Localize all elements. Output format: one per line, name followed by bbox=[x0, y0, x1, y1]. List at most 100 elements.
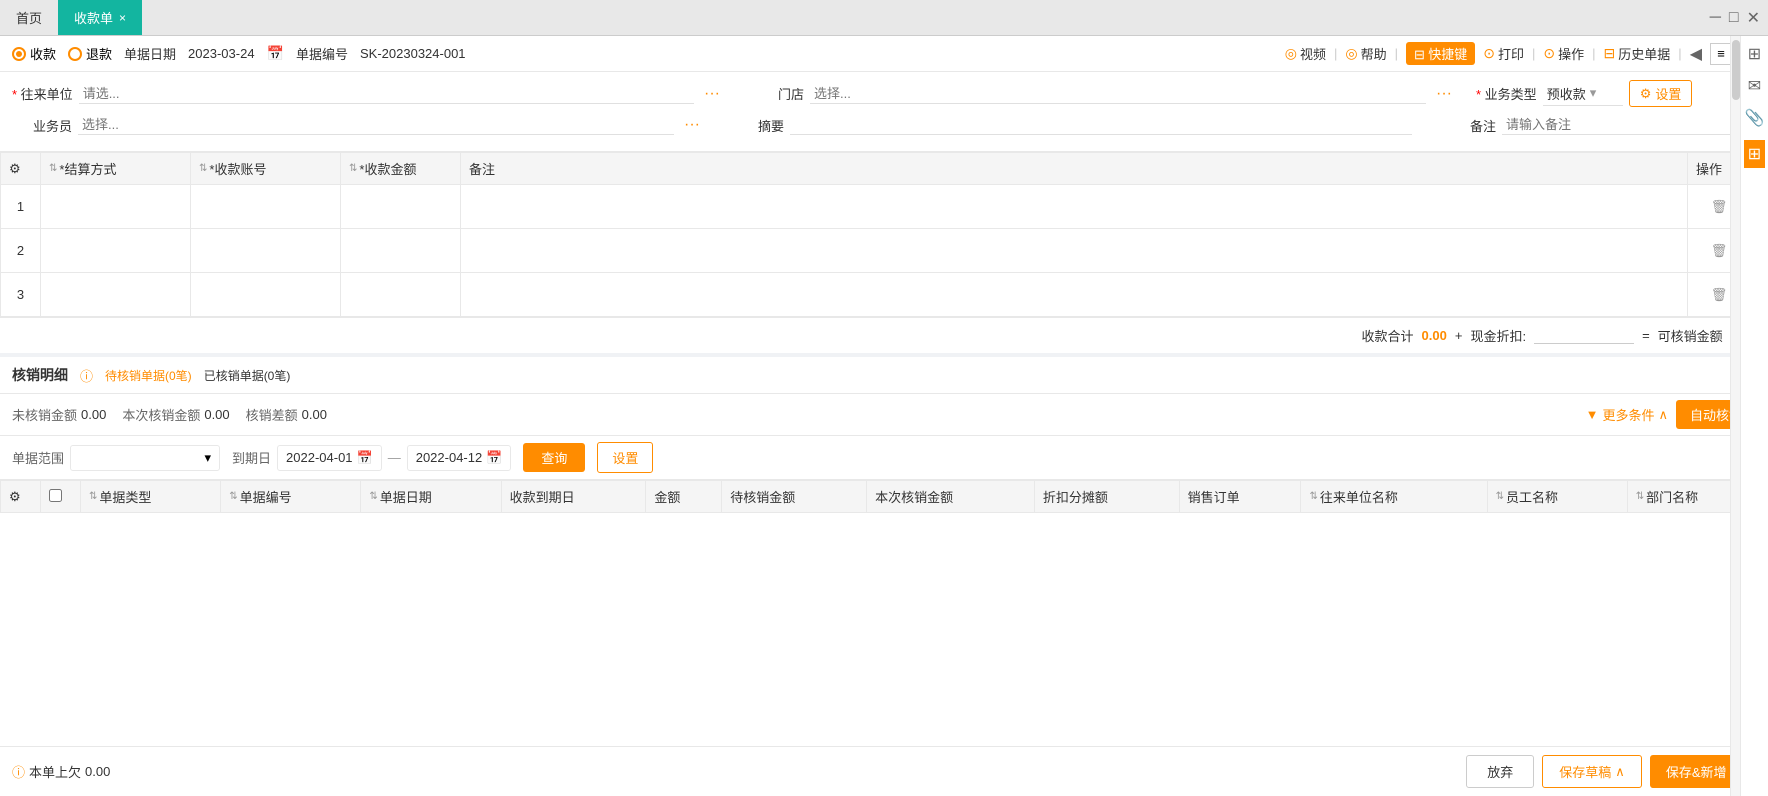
checkbox-col-header[interactable] bbox=[41, 481, 81, 513]
discount-input[interactable] bbox=[1534, 328, 1634, 344]
remark-cell-3[interactable] bbox=[461, 273, 1688, 317]
dropdown-arrow-icon: ▾ bbox=[1590, 85, 1597, 101]
date-value: 2023-03-24 bbox=[188, 46, 255, 61]
remark-cell-1[interactable] bbox=[461, 185, 1688, 229]
main-content: 收款 退款 单据日期 2023-03-24 📅 单据编号 SK-20230324… bbox=[0, 36, 1768, 796]
note-input[interactable] bbox=[1502, 115, 1756, 135]
tab-home-label: 首页 bbox=[16, 8, 42, 27]
partner-sort-icon[interactable]: ⇅ bbox=[1309, 491, 1317, 502]
scroll-track[interactable] bbox=[1730, 36, 1740, 796]
abandon-button[interactable]: 放弃 bbox=[1466, 755, 1534, 788]
calendar-icon[interactable]: 📅 bbox=[267, 45, 284, 62]
shortcut-action[interactable]: ⊟ 快捷键 bbox=[1406, 42, 1475, 65]
business-type-select[interactable]: 预收款 ▾ bbox=[1543, 82, 1623, 106]
summary-bar: 收款合计 0.00 + 现金折扣: = 可核销金额 0.00 bbox=[0, 317, 1768, 353]
refund-radio-dot bbox=[68, 47, 82, 61]
refund-radio[interactable]: 退款 bbox=[68, 44, 112, 63]
note-label: 备注 bbox=[1436, 116, 1496, 135]
business-type-field: 业务类型 预收款 ▾ ⚙ 设置 bbox=[1476, 80, 1756, 107]
settle-sort-icon[interactable]: ⇅ bbox=[49, 163, 57, 174]
filter-bar: 单据范围 ▾ 到期日 2022-04-01 📅 — 2022-04-12 📅 查 bbox=[0, 436, 1768, 480]
delete-icon-2[interactable]: 🗑 bbox=[1711, 243, 1728, 259]
summary-input[interactable] bbox=[790, 115, 1412, 135]
mail-sidebar-icon[interactable]: ✉ bbox=[1748, 76, 1761, 96]
current-label: 本次核销金额 bbox=[122, 405, 200, 424]
video-icon: ◎ bbox=[1285, 45, 1297, 62]
nav-left-icon[interactable]: ◀ bbox=[1690, 44, 1702, 64]
partner-more-btn[interactable]: ··· bbox=[704, 85, 720, 103]
amount-sort-icon[interactable]: ⇅ bbox=[349, 163, 357, 174]
staff-more-btn[interactable]: ··· bbox=[684, 116, 700, 134]
check-col-header: ⚙ bbox=[1, 481, 41, 513]
account-cell-3[interactable] bbox=[191, 273, 341, 317]
tab-current[interactable]: 收款单 × bbox=[58, 0, 142, 35]
staff-field: 业务员 ··· bbox=[12, 115, 700, 135]
partner-input[interactable] bbox=[79, 84, 694, 104]
tab-home[interactable]: 首页 bbox=[0, 0, 58, 35]
scroll-thumb[interactable] bbox=[1732, 40, 1740, 100]
settings-col-header[interactable]: ⚙ bbox=[1, 153, 41, 185]
amount-cell-3[interactable] bbox=[341, 273, 461, 317]
recon-settings-button[interactable]: 设置 bbox=[597, 442, 653, 473]
save-draft-button[interactable]: 保存草稿 ∧ bbox=[1542, 755, 1642, 788]
date-to-picker[interactable]: 2022-04-12 📅 bbox=[407, 445, 512, 471]
staff-sort-icon[interactable]: ⇅ bbox=[1496, 491, 1504, 502]
amount-cell-2[interactable] bbox=[341, 229, 461, 273]
tab-close-icon[interactable]: × bbox=[119, 11, 126, 25]
account-cell-2[interactable] bbox=[191, 229, 341, 273]
receipt-table-section: ⚙ ⇅ *结算方式 ⇅ *收款账号 bbox=[0, 152, 1768, 317]
table-sidebar-icon[interactable]: ⊞ bbox=[1748, 44, 1761, 64]
receipt-radio[interactable]: 收款 bbox=[12, 44, 56, 63]
sep2: | bbox=[1395, 46, 1398, 61]
print-icon: ⊙ bbox=[1483, 45, 1495, 62]
video-action[interactable]: ◎ 视频 bbox=[1285, 44, 1326, 63]
info-icon[interactable]: ⓘ bbox=[80, 366, 93, 385]
settle-cell-1[interactable] bbox=[41, 185, 191, 229]
minimize-button[interactable]: ─ bbox=[1710, 9, 1721, 27]
store-input[interactable] bbox=[810, 84, 1426, 104]
close-button[interactable]: ✕ bbox=[1747, 8, 1760, 28]
print-action[interactable]: ⊙ 打印 bbox=[1483, 44, 1524, 63]
operation-action[interactable]: ⊙ 操作 bbox=[1543, 44, 1584, 63]
account-sort-icon[interactable]: ⇅ bbox=[199, 163, 207, 174]
gear-recon-icon[interactable]: ⚙ bbox=[9, 489, 21, 504]
pending-col-header: 待核销金额 bbox=[722, 481, 867, 513]
store-label: 门店 bbox=[744, 84, 804, 103]
settings-button[interactable]: ⚙ 设置 bbox=[1629, 80, 1693, 107]
settings-icon: ⚙ bbox=[1640, 86, 1652, 102]
number-sort-icon[interactable]: ⇅ bbox=[229, 491, 237, 502]
sep4: | bbox=[1592, 46, 1595, 61]
date-sort-icon[interactable]: ⇅ bbox=[369, 491, 377, 502]
equals-sign: = bbox=[1642, 328, 1650, 343]
query-button[interactable]: 查询 bbox=[523, 443, 585, 472]
store-sort-icon[interactable]: ⇅ bbox=[1636, 491, 1644, 502]
attachment-sidebar-icon[interactable]: 📎 bbox=[1745, 108, 1765, 128]
range-select[interactable]: ▾ bbox=[70, 445, 220, 471]
maximize-button[interactable]: □ bbox=[1729, 9, 1739, 27]
delete-icon-3[interactable]: 🗑 bbox=[1711, 287, 1728, 303]
date-from-picker[interactable]: 2022-04-01 📅 bbox=[277, 445, 382, 471]
diff-value: 0.00 bbox=[302, 407, 327, 422]
type-sort-icon[interactable]: ⇅ bbox=[89, 491, 97, 502]
settle-cell-2[interactable] bbox=[41, 229, 191, 273]
save-new-label: 保存&新增 bbox=[1666, 762, 1727, 781]
history-action[interactable]: ⊟ 历史单据 bbox=[1604, 44, 1671, 63]
account-cell-1[interactable] bbox=[191, 185, 341, 229]
staff-input[interactable] bbox=[78, 115, 674, 135]
remark-cell-2[interactable] bbox=[461, 229, 1688, 273]
delete-icon-1[interactable]: 🗑 bbox=[1711, 199, 1728, 215]
grid-btn-list[interactable]: ≡ bbox=[1710, 43, 1732, 65]
more-conditions-btn[interactable]: ▼ 更多条件 ∧ bbox=[1586, 405, 1668, 424]
store-more-btn[interactable]: ··· bbox=[1436, 85, 1452, 103]
settle-cell-3[interactable] bbox=[41, 273, 191, 317]
recon-title: 核销明细 bbox=[12, 365, 68, 385]
pending-tab[interactable]: 待核销单据(0笔) bbox=[105, 367, 192, 384]
done-tab[interactable]: 已核销单据(0笔) bbox=[204, 367, 291, 384]
select-all-checkbox[interactable] bbox=[49, 489, 62, 502]
range-label: 单据范围 bbox=[12, 448, 64, 467]
help-action[interactable]: ◎ 帮助 bbox=[1345, 44, 1386, 63]
amount-cell-1[interactable] bbox=[341, 185, 461, 229]
expand-sidebar-icon[interactable]: ⊞ bbox=[1744, 140, 1765, 168]
bottom-bar: ⓘ 本单上欠 0.00 放弃 保存草稿 ∧ 保存&新增 ∧ bbox=[0, 746, 1768, 796]
staff-col-header: ⇅ 员工名称 bbox=[1487, 481, 1627, 513]
